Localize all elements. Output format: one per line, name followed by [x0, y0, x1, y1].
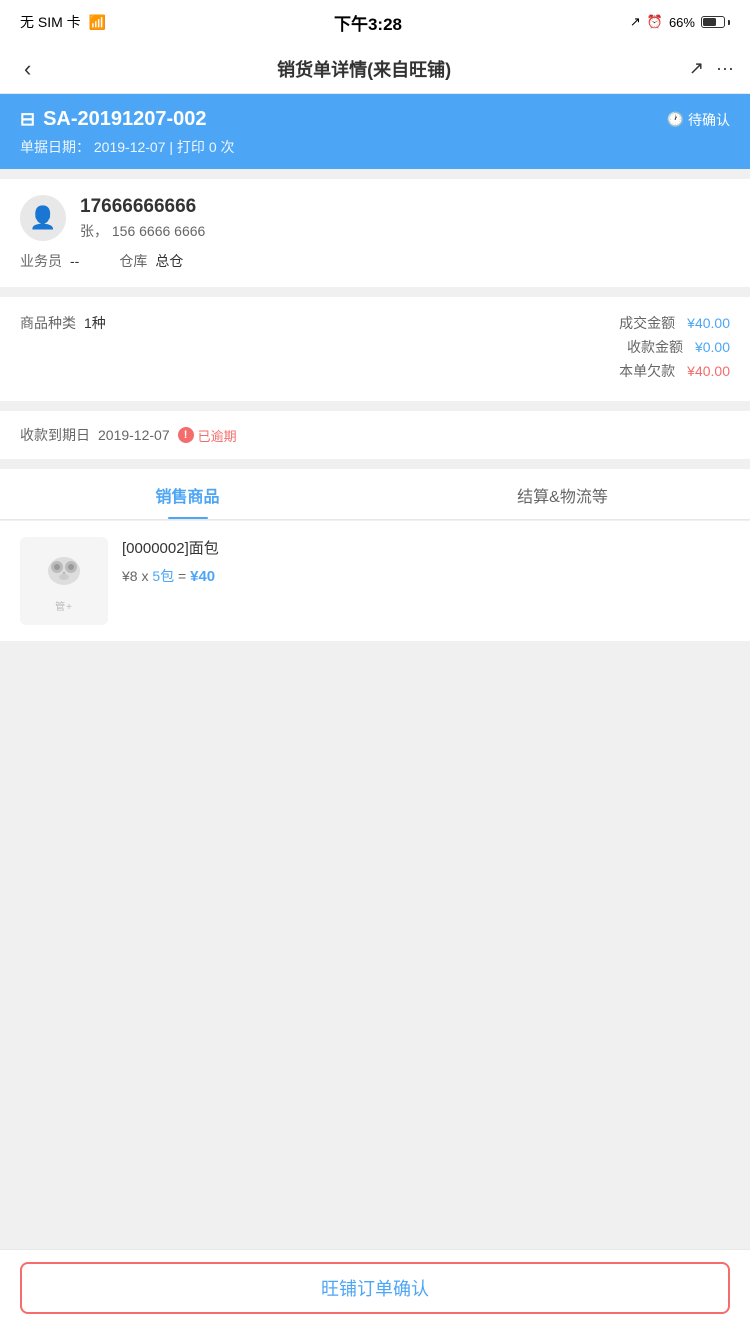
warehouse-value: 总仓 — [155, 251, 183, 271]
carrier-text: 无 SIM 卡 — [20, 12, 81, 32]
warehouse-meta: 仓库 总仓 — [119, 251, 183, 271]
amount-row: 成交金额 ¥40.00 — [619, 313, 730, 333]
wifi-icon: 📶 — [89, 14, 106, 31]
status-text: 待确认 — [688, 110, 730, 130]
more-icon[interactable]: ··· — [716, 58, 734, 79]
category-value: 1种 — [84, 313, 106, 333]
tab-settlement[interactable]: 结算&物流等 — [375, 469, 750, 519]
nav-bar: ‹ 销货单详情(来自旺铺) ↗ ··· — [0, 44, 750, 94]
collection-value: ¥0.00 — [695, 339, 730, 355]
status-right: ↗ ⏰ 66% — [630, 14, 730, 30]
battery-icon — [701, 16, 730, 28]
amount-value: ¥40.00 — [687, 315, 730, 331]
overdue-badge: ! 已逾期 — [178, 426, 237, 445]
product-thumb-plus: 管+ — [55, 598, 73, 613]
status-bar: 无 SIM 卡 📶 下午3:28 ↗ ⏰ 66% — [0, 0, 750, 44]
confirm-order-button[interactable]: 旺铺订单确认 — [20, 1262, 730, 1314]
order-status: 🕐 待确认 — [667, 110, 730, 130]
due-date-card: 收款到期日 2019-12-07 ! 已逾期 — [0, 411, 750, 459]
order-date-value: 2019-12-07 — [94, 139, 166, 155]
confirm-label: 旺铺订单确认 — [321, 1275, 429, 1301]
battery-percent: 66% — [669, 15, 695, 30]
product-thumbnail: 管+ — [20, 537, 108, 625]
equals-sign: = — [174, 568, 190, 584]
sales-meta: 业务员 -- — [20, 251, 79, 271]
summary-card: 商品种类 1种 成交金额 ¥40.00 收款金额 ¥0.00 本单欠款 ¥40.… — [0, 297, 750, 401]
overdue-text: 已逾期 — [198, 426, 237, 445]
debt-value: ¥40.00 — [687, 363, 730, 379]
sales-label: 业务员 — [20, 251, 62, 271]
order-id-text: SA-20191207-002 — [43, 108, 206, 131]
status-clock-icon: 🕐 — [667, 111, 684, 128]
multiply-sign: x — [138, 568, 153, 584]
avatar-icon: 👤 — [29, 205, 56, 231]
product-details: [0000002]面包 ¥8 x 5包 = ¥40 — [122, 537, 730, 586]
nav-actions: ↗ ··· — [689, 58, 734, 79]
tabs-container: 销售商品 结算&物流等 — [0, 469, 750, 520]
customer-contact-phone: 156 6666 6666 — [112, 223, 205, 239]
main-content: 管+ [0000002]面包 ¥8 x 5包 = ¥40 — [0, 521, 750, 821]
customer-meta: 业务员 -- 仓库 总仓 — [20, 251, 730, 271]
order-icon: ⊟ — [20, 109, 35, 130]
total-price: ¥40 — [190, 568, 215, 585]
summary-right: 成交金额 ¥40.00 收款金额 ¥0.00 本单欠款 ¥40.00 — [619, 313, 730, 385]
due-date-label: 收款到期日 — [20, 425, 90, 445]
order-id: ⊟ SA-20191207-002 — [20, 108, 207, 131]
product-category: 商品种类 1种 — [20, 313, 106, 333]
customer-name: 张， 156 6666 6666 — [80, 221, 730, 241]
debt-row: 本单欠款 ¥40.00 — [619, 361, 730, 381]
price-unit: ¥8 — [122, 568, 138, 584]
bottom-bar: 旺铺订单确认 — [0, 1249, 750, 1334]
amount-label: 成交金额 — [619, 313, 675, 333]
product-thumb-icon — [39, 549, 89, 596]
back-button[interactable]: ‹ — [16, 52, 39, 86]
status-time: 下午3:28 — [334, 10, 402, 35]
customer-info: 17666666666 张， 156 6666 6666 — [80, 196, 730, 241]
overdue-icon: ! — [178, 427, 194, 443]
customer-phone: 17666666666 — [80, 196, 730, 218]
status-left: 无 SIM 卡 📶 — [20, 12, 106, 32]
debt-label: 本单欠款 — [619, 361, 675, 381]
due-date-value: 2019-12-07 — [98, 427, 170, 443]
alarm-icon: ⏰ — [647, 14, 663, 30]
quantity: 5包 — [152, 568, 174, 584]
customer-card: 👤 17666666666 张， 156 6666 6666 业务员 -- 仓库… — [0, 179, 750, 287]
order-date: 单据日期： 2019-12-07 | 打印 0 次 — [20, 137, 730, 157]
warehouse-label: 仓库 — [119, 251, 147, 271]
product-item: 管+ [0000002]面包 ¥8 x 5包 = ¥40 — [0, 521, 750, 641]
tab-products[interactable]: 销售商品 — [0, 469, 375, 519]
avatar: 👤 — [20, 195, 66, 241]
order-header: ⊟ SA-20191207-002 🕐 待确认 单据日期： 2019-12-07… — [0, 94, 750, 169]
share-icon[interactable]: ↗ — [689, 58, 704, 79]
sales-value: -- — [70, 253, 79, 269]
product-price: ¥8 x 5包 = ¥40 — [122, 566, 730, 586]
summary-left: 商品种类 1种 — [20, 313, 106, 333]
product-name: [0000002]面包 — [122, 537, 730, 558]
location-icon: ↗ — [630, 14, 641, 30]
collection-row: 收款金额 ¥0.00 — [619, 337, 730, 357]
collection-label: 收款金额 — [627, 337, 683, 357]
category-label: 商品种类 — [20, 313, 76, 333]
page-title: 销货单详情(来自旺铺) — [39, 56, 689, 82]
